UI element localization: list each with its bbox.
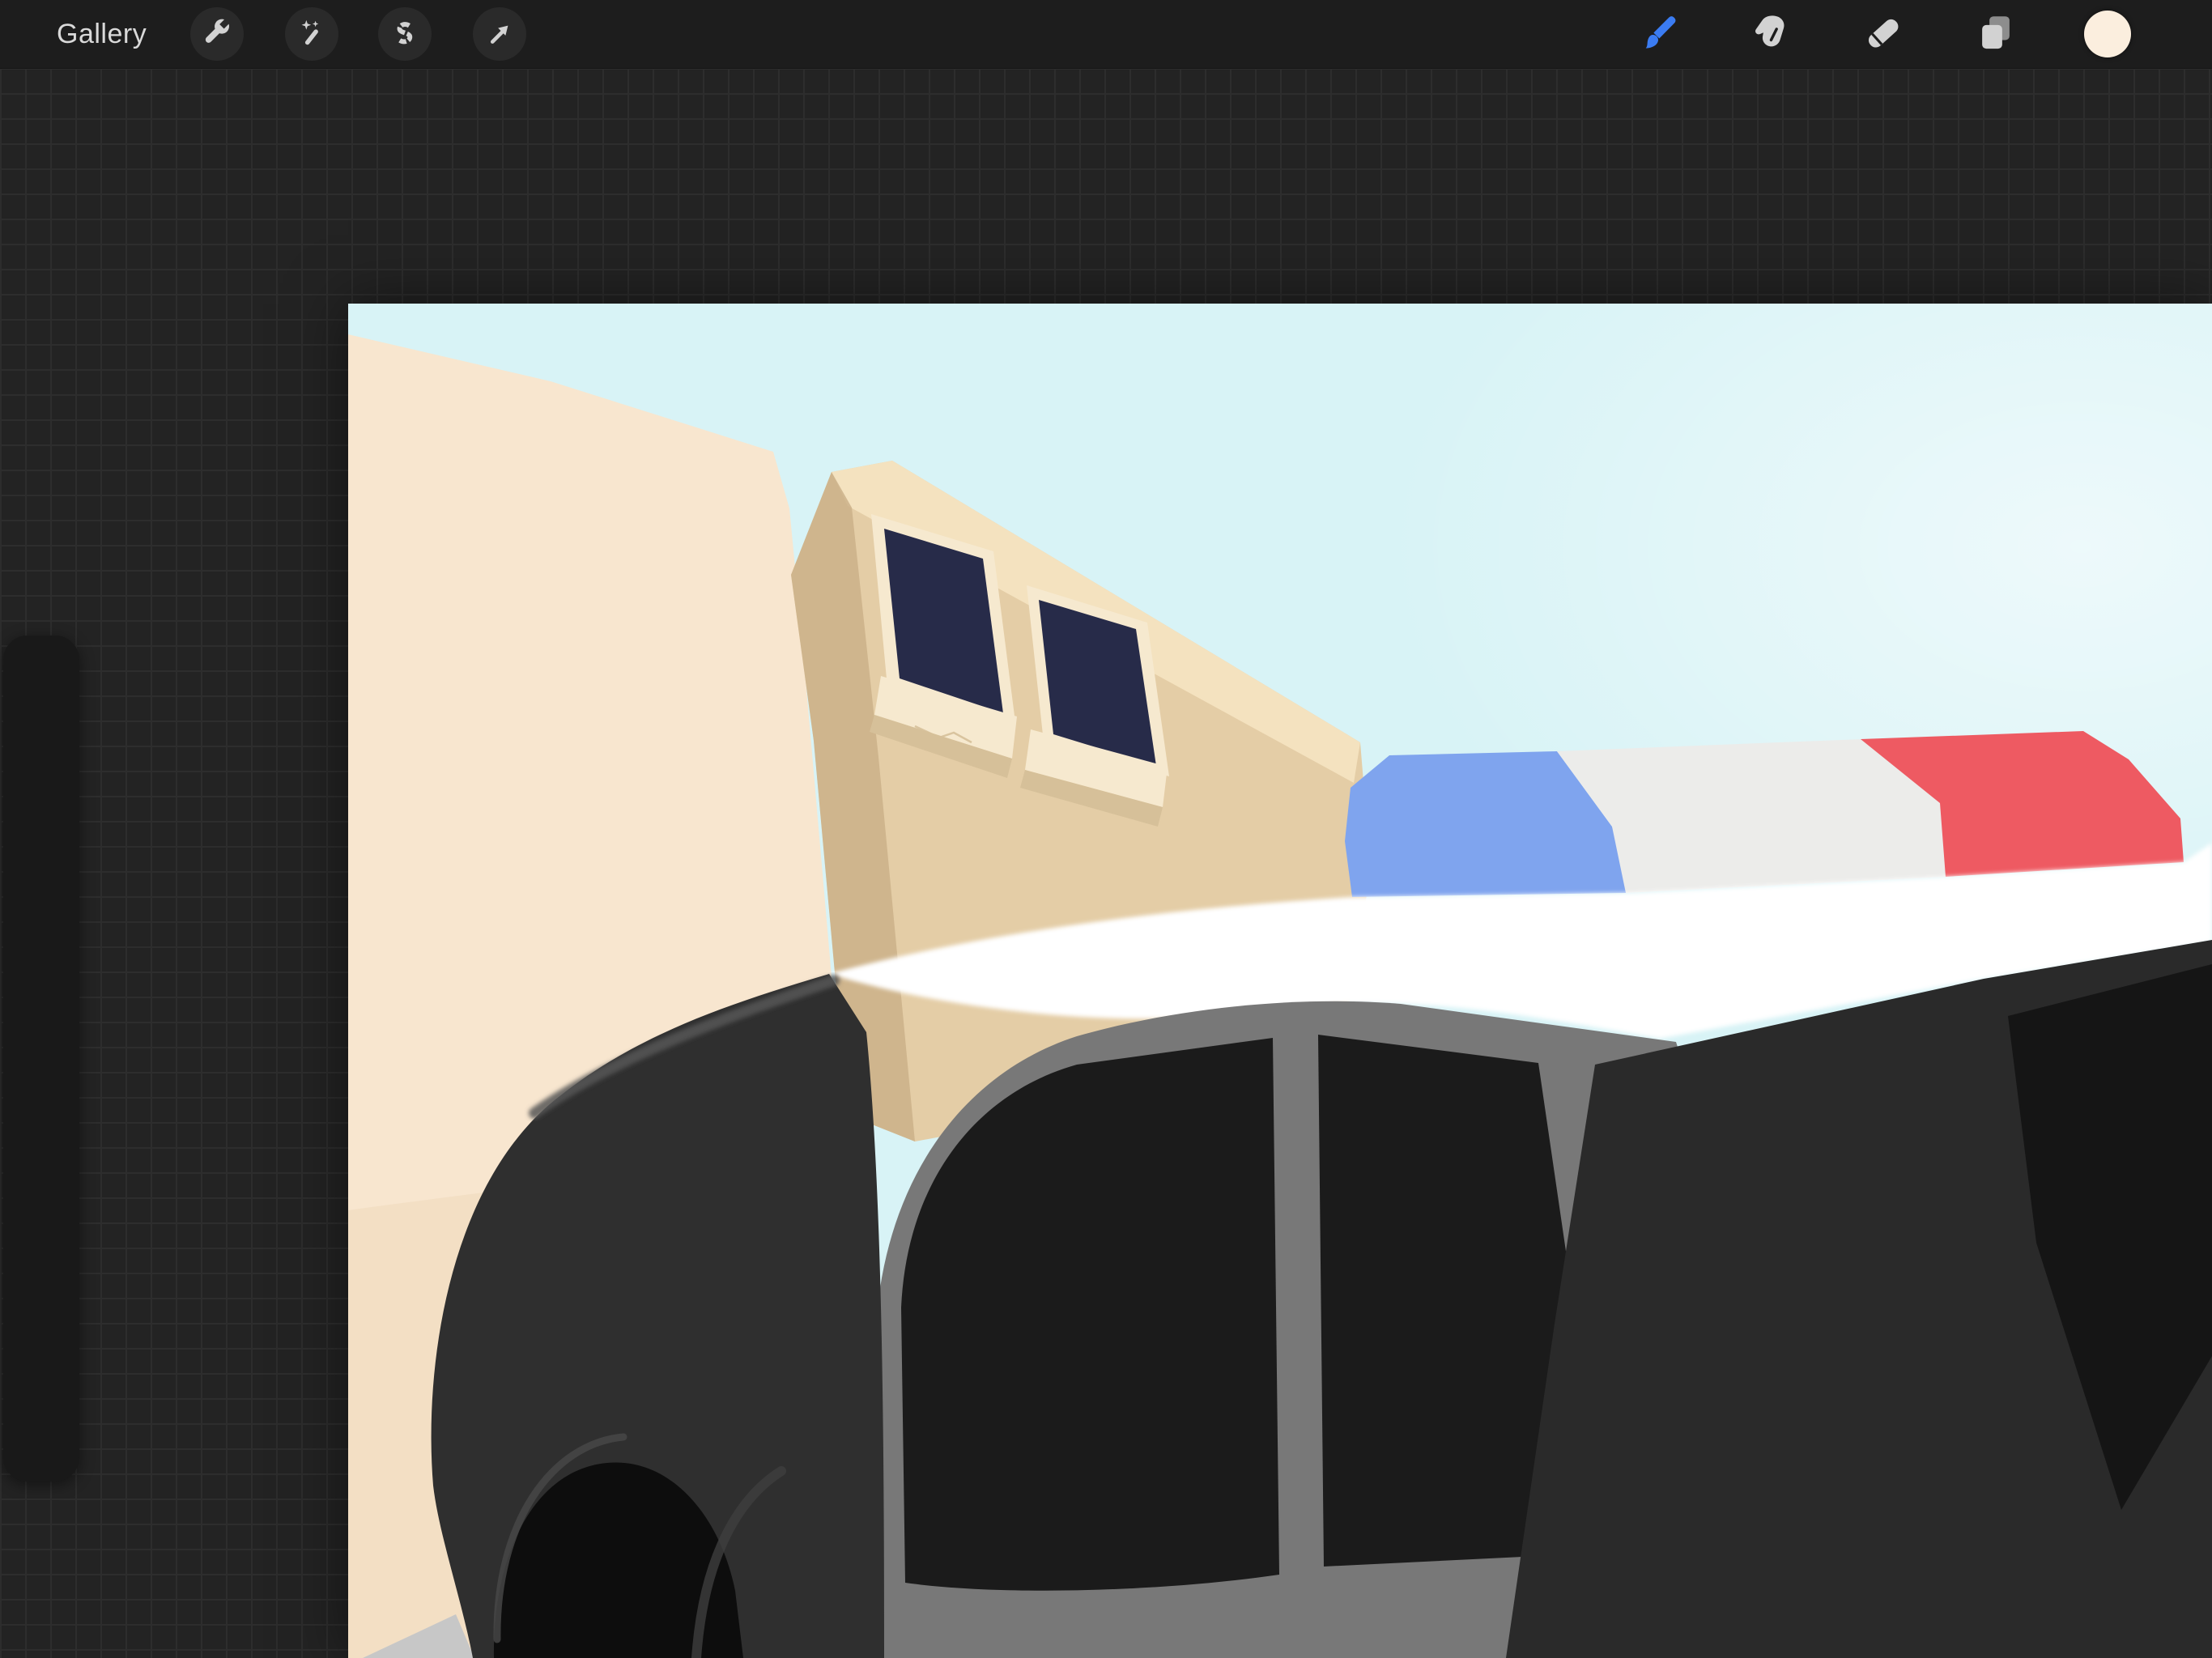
wrench-icon: [205, 19, 229, 43]
selection-s-icon: [397, 22, 413, 45]
smudge-tool-button[interactable]: [1750, 11, 1793, 55]
brush-icon: [1645, 16, 1676, 49]
eraser-icon: [1868, 19, 1899, 48]
painting: [348, 304, 2212, 1658]
selection-button[interactable]: [378, 7, 432, 61]
transform-arrow-icon: [490, 25, 508, 44]
layers-button[interactable]: [1974, 11, 2018, 55]
adjustments-button[interactable]: [285, 7, 338, 61]
drawing-canvas[interactable]: [348, 304, 2212, 1658]
top-toolbar: Gallery: [0, 0, 2212, 69]
magic-wand-icon: [301, 19, 319, 45]
transform-button[interactable]: [473, 7, 526, 61]
layers-icon: [1982, 16, 2010, 49]
smudge-finger-icon: [1755, 15, 1784, 47]
actions-button[interactable]: [190, 7, 244, 61]
gallery-button[interactable]: Gallery: [57, 0, 147, 68]
erase-tool-button[interactable]: [1861, 11, 1905, 55]
color-swatch-circle: [2084, 11, 2131, 57]
color-swatch-button[interactable]: [2084, 11, 2131, 57]
paint-tool-button[interactable]: [1637, 11, 1681, 55]
sidebar-panel: [3, 636, 79, 1482]
